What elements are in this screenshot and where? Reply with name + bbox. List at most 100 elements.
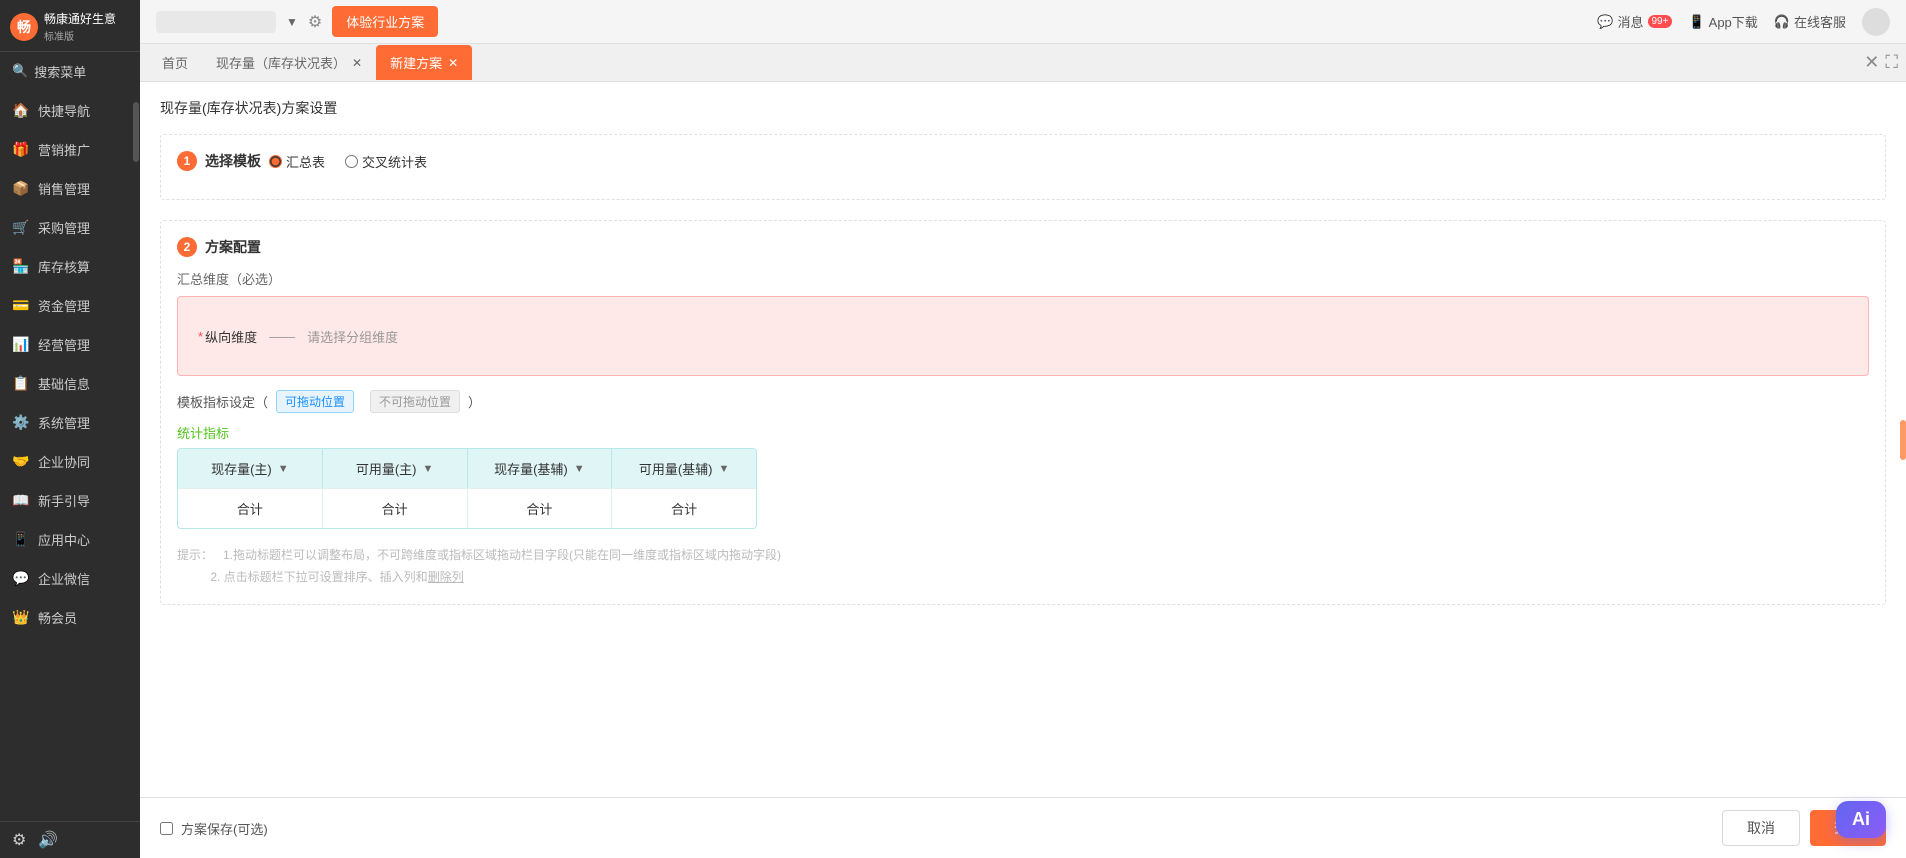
- sidebar-item-inventory[interactable]: 🏪 库存核算: [0, 247, 132, 286]
- sidebar-item-appstore[interactable]: 📱应用中心: [0, 520, 132, 559]
- cancel-button[interactable]: 取消: [1722, 810, 1800, 846]
- sidebar-item-finance[interactable]: 💳资金管理: [0, 286, 132, 325]
- radio-cross[interactable]: 交叉统计表: [345, 152, 427, 171]
- draggable-badge: 可拖动位置: [276, 390, 354, 413]
- tab-inventory-status[interactable]: 现存量（库存状况表）✕: [202, 45, 376, 80]
- col-aux-available-label: 可用量(基辅): [639, 459, 713, 478]
- message-icon: 💬: [1597, 14, 1613, 30]
- footer-left: 方案保存(可选): [160, 819, 268, 838]
- sidebar-item-label-purchase: 采购管理: [38, 218, 90, 237]
- expand-window-icon[interactable]: ⛶: [1885, 52, 1898, 73]
- industry-plan-button[interactable]: 体验行业方案: [332, 6, 438, 37]
- non-draggable-badge: 不可拖动位置: [370, 390, 460, 413]
- sidebar-item-label-finance: 资金管理: [38, 296, 90, 315]
- radio-summary-input[interactable]: [269, 155, 282, 168]
- app-logo-icon: 畅: [10, 13, 38, 41]
- indicator-label: 模板指标设定（ 可拖动位置 不可拖动位置 ）: [177, 390, 1869, 413]
- sidebar-item-member[interactable]: 👑畅会员: [0, 598, 132, 637]
- sidebar-item-wechat[interactable]: 💬企业微信: [0, 559, 132, 598]
- topbar-left: ▼ ⚙ 体验行业方案: [156, 6, 438, 37]
- cell-aux-current-sum: 合计: [468, 489, 613, 528]
- required-mark: *: [198, 329, 203, 344]
- wechat-icon: 💬: [12, 569, 30, 587]
- sidebar-bottom: ⚙ 🔊: [0, 821, 140, 858]
- close-window-icon[interactable]: ✕: [1864, 52, 1879, 73]
- section1-num: 1: [177, 151, 197, 171]
- cell-aux-available-sum: 合计: [612, 489, 756, 528]
- inventory-icon: 🏪: [12, 257, 30, 275]
- col-main-current[interactable]: 现存量(主) ▼: [178, 449, 323, 488]
- col-main-current-label: 现存量(主): [211, 459, 272, 478]
- sidebar-nav: 🔍 搜索菜单 🏠快捷导航 🎁 营销推广 📦销售管理 🛒 采购管理 🏪 库存核算 💳资金管理 📊 经营…: [0, 52, 132, 821]
- dimension-placeholder: 请选择分组维度: [307, 327, 398, 346]
- section2-header: 2 方案配置: [177, 237, 1869, 257]
- section2-title: 方案配置: [205, 237, 261, 257]
- stats-body-row: 合计 合计 合计 合计: [178, 488, 756, 528]
- sidebar-item-label-sales: 销售管理: [38, 179, 90, 198]
- tab-close-inventory-status[interactable]: ✕: [352, 56, 362, 70]
- sidebar-item-label-marketing: 营销推广: [38, 140, 90, 159]
- topbar-gear-icon[interactable]: ⚙: [308, 12, 322, 32]
- sidebar-item-quick-nav[interactable]: 🏠快捷导航: [0, 91, 132, 130]
- newbie-icon: 📖: [12, 491, 30, 509]
- sidebar-item-corp[interactable]: 🤝企业协同: [0, 442, 132, 481]
- phone-icon: 📱: [1688, 14, 1704, 30]
- radio-summary[interactable]: 汇总表: [269, 152, 325, 171]
- indicator-label-text: 模板指标设定（: [177, 392, 268, 411]
- user-avatar[interactable]: [1862, 8, 1890, 36]
- sidebar-item-basic[interactable]: 📋基础信息: [0, 364, 132, 403]
- dimension-box[interactable]: * 纵向维度 —— 请选择分组维度: [177, 296, 1869, 376]
- purchase-icon: 🛒: [12, 218, 30, 236]
- indicator-settings: 模板指标设定（ 可拖动位置 不可拖动位置 ） 统计指标 现存量(主) ▼ 可用量: [177, 390, 1869, 529]
- marketing-icon: 🎁: [12, 140, 30, 158]
- sidebar-item-marketing[interactable]: 🎁 营销推广: [0, 130, 132, 169]
- topbar: ▼ ⚙ 体验行业方案 💬 消息 99+ 📱 App下载 🎧 在线客服: [140, 0, 1906, 44]
- sidebar-item-label-inventory: 库存核算: [38, 257, 90, 276]
- sidebar-search[interactable]: 🔍 搜索菜单: [0, 52, 132, 91]
- section1-header: 1 选择模板 汇总表 交叉统计表: [177, 151, 1869, 171]
- col-aux-current[interactable]: 现存量(基辅) ▼: [468, 449, 613, 488]
- online-service-item[interactable]: 🎧 在线客服: [1774, 12, 1846, 31]
- messages-item[interactable]: 💬 消息 99+: [1597, 12, 1672, 31]
- topbar-search-input[interactable]: [156, 11, 276, 33]
- quick-nav-icon: 🏠: [12, 101, 30, 119]
- topbar-dropdown-btn[interactable]: ▼: [286, 15, 298, 29]
- col-aux-available[interactable]: 可用量(基辅) ▼: [612, 449, 756, 488]
- cell-main-available-sum: 合计: [323, 489, 468, 528]
- sidebar-search-label: 搜索菜单: [34, 62, 86, 81]
- col-main-available[interactable]: 可用量(主) ▼: [323, 449, 468, 488]
- operations-icon: 📊: [12, 335, 30, 353]
- sidebar-item-label-operations: 经营管理: [38, 335, 90, 354]
- tab-close-new-plan[interactable]: ✕: [448, 56, 458, 70]
- tab-label-home: 首页: [162, 53, 188, 72]
- sidebar-item-label-appstore: 应用中心: [38, 530, 90, 549]
- footer: 方案保存(可选) 取消 查询: [140, 797, 1906, 858]
- app-name: 畅康通好生意: [44, 12, 116, 28]
- save-plan-label: 方案保存(可选): [181, 819, 268, 838]
- app-download-item[interactable]: 📱 App下载: [1688, 12, 1757, 31]
- online-service-label: 在线客服: [1794, 12, 1846, 31]
- radio-summary-label: 汇总表: [286, 152, 325, 171]
- headset-icon: 🎧: [1774, 14, 1790, 30]
- vertical-dimension-label: 纵向维度: [205, 327, 257, 346]
- col-aux-current-chevron: ▼: [574, 463, 585, 475]
- sidebar-logo: 畅 畅康通好生意 标准版: [0, 0, 140, 52]
- sidebar-item-operations[interactable]: 📊 经营管理: [0, 325, 132, 364]
- sidebar-item-newbie[interactable]: 📖新手引导: [0, 481, 132, 520]
- ai-badge[interactable]: Ai: [1836, 801, 1886, 838]
- tab-home[interactable]: 首页: [148, 45, 202, 80]
- resize-handle[interactable]: [1900, 420, 1906, 460]
- sidebar-item-purchase[interactable]: 🛒 采购管理: [0, 208, 132, 247]
- settings-icon[interactable]: ⚙: [12, 830, 26, 850]
- sidebar-scrollbar[interactable]: [132, 52, 140, 821]
- sidebar-item-system[interactable]: ⚙️系统管理: [0, 403, 132, 442]
- col-main-available-chevron: ▼: [423, 463, 434, 475]
- tab-new-plan[interactable]: 新建方案✕: [376, 45, 472, 80]
- summary-dimension-label: 汇总维度（必选）: [177, 269, 1869, 288]
- tips-title: 提示： 1.拖动标题栏可以调整布局，不可跨维度或指标区域拖动栏目字段(只能在同一…: [177, 548, 781, 562]
- radio-cross-input[interactable]: [345, 155, 358, 168]
- save-plan-checkbox[interactable]: [160, 822, 173, 835]
- audio-icon[interactable]: 🔊: [38, 830, 58, 850]
- section-plan-config: 2 方案配置 汇总维度（必选） * 纵向维度 —— 请选择分组维度 模板指标设定…: [160, 220, 1886, 605]
- sidebar-item-sales[interactable]: 📦销售管理: [0, 169, 132, 208]
